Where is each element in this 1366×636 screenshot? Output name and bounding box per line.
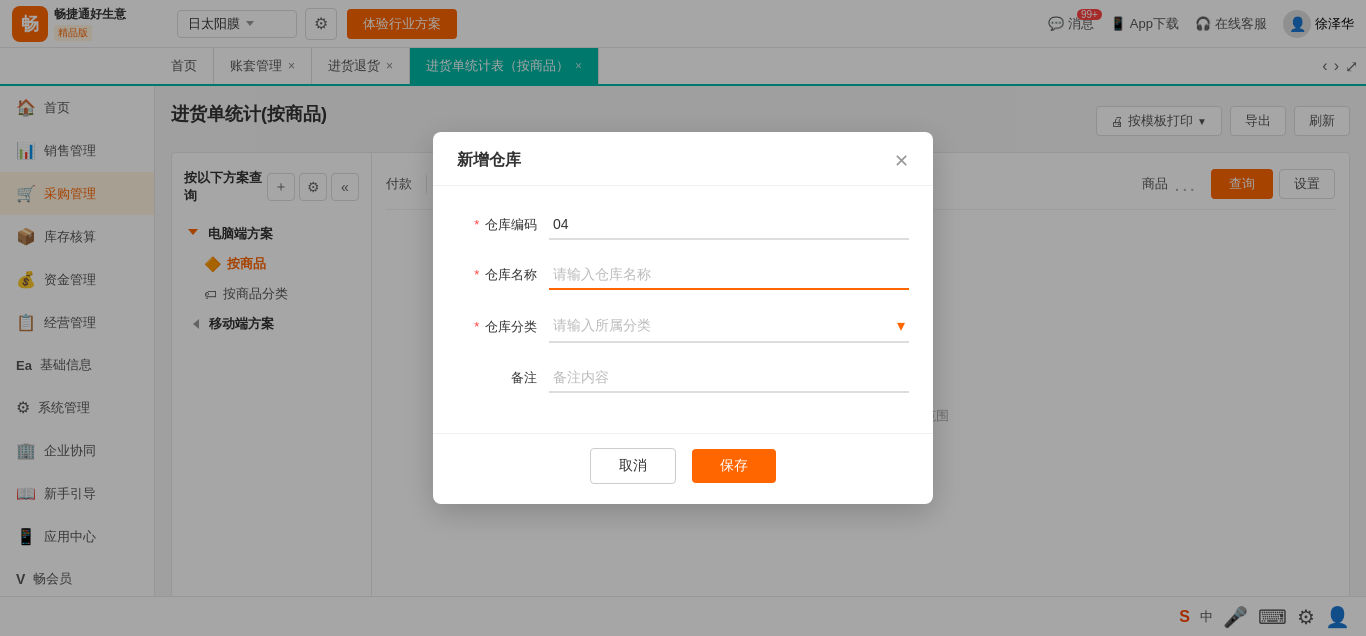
code-label: * 仓库编码 bbox=[457, 216, 537, 234]
save-button[interactable]: 保存 bbox=[692, 449, 776, 483]
modal-close-button[interactable]: ✕ bbox=[894, 152, 909, 170]
form-row-code: * 仓库编码 bbox=[457, 210, 909, 240]
form-row-name: * 仓库名称 bbox=[457, 260, 909, 290]
modal-header: 新增仓库 ✕ bbox=[433, 132, 933, 186]
modal-title: 新增仓库 bbox=[457, 150, 521, 171]
form-row-category: * 仓库分类 请输入所属分类 ▾ bbox=[457, 310, 909, 343]
modal-body: * 仓库编码 * 仓库名称 * 仓库分类 请输入所属 bbox=[433, 186, 933, 433]
required-star-name: * bbox=[474, 267, 479, 282]
modal-new-warehouse: 新增仓库 ✕ * 仓库编码 * 仓库名称 bbox=[433, 132, 933, 504]
category-label: * 仓库分类 bbox=[457, 318, 537, 336]
modal-footer: 取消 保存 bbox=[433, 433, 933, 504]
remark-label: 备注 bbox=[457, 369, 537, 387]
required-star-category: * bbox=[474, 319, 479, 334]
cancel-button[interactable]: 取消 bbox=[590, 448, 676, 484]
modal-overlay: 新增仓库 ✕ * 仓库编码 * 仓库名称 bbox=[0, 0, 1366, 636]
form-row-remark: 备注 bbox=[457, 363, 909, 393]
name-input[interactable] bbox=[549, 260, 909, 290]
category-chevron-icon: ▾ bbox=[897, 316, 905, 335]
name-label: * 仓库名称 bbox=[457, 266, 537, 284]
category-select[interactable]: 请输入所属分类 ▾ bbox=[549, 310, 909, 343]
category-placeholder: 请输入所属分类 bbox=[553, 317, 651, 335]
remark-input[interactable] bbox=[549, 363, 909, 393]
required-star-code: * bbox=[474, 217, 479, 232]
code-input[interactable] bbox=[549, 210, 909, 240]
